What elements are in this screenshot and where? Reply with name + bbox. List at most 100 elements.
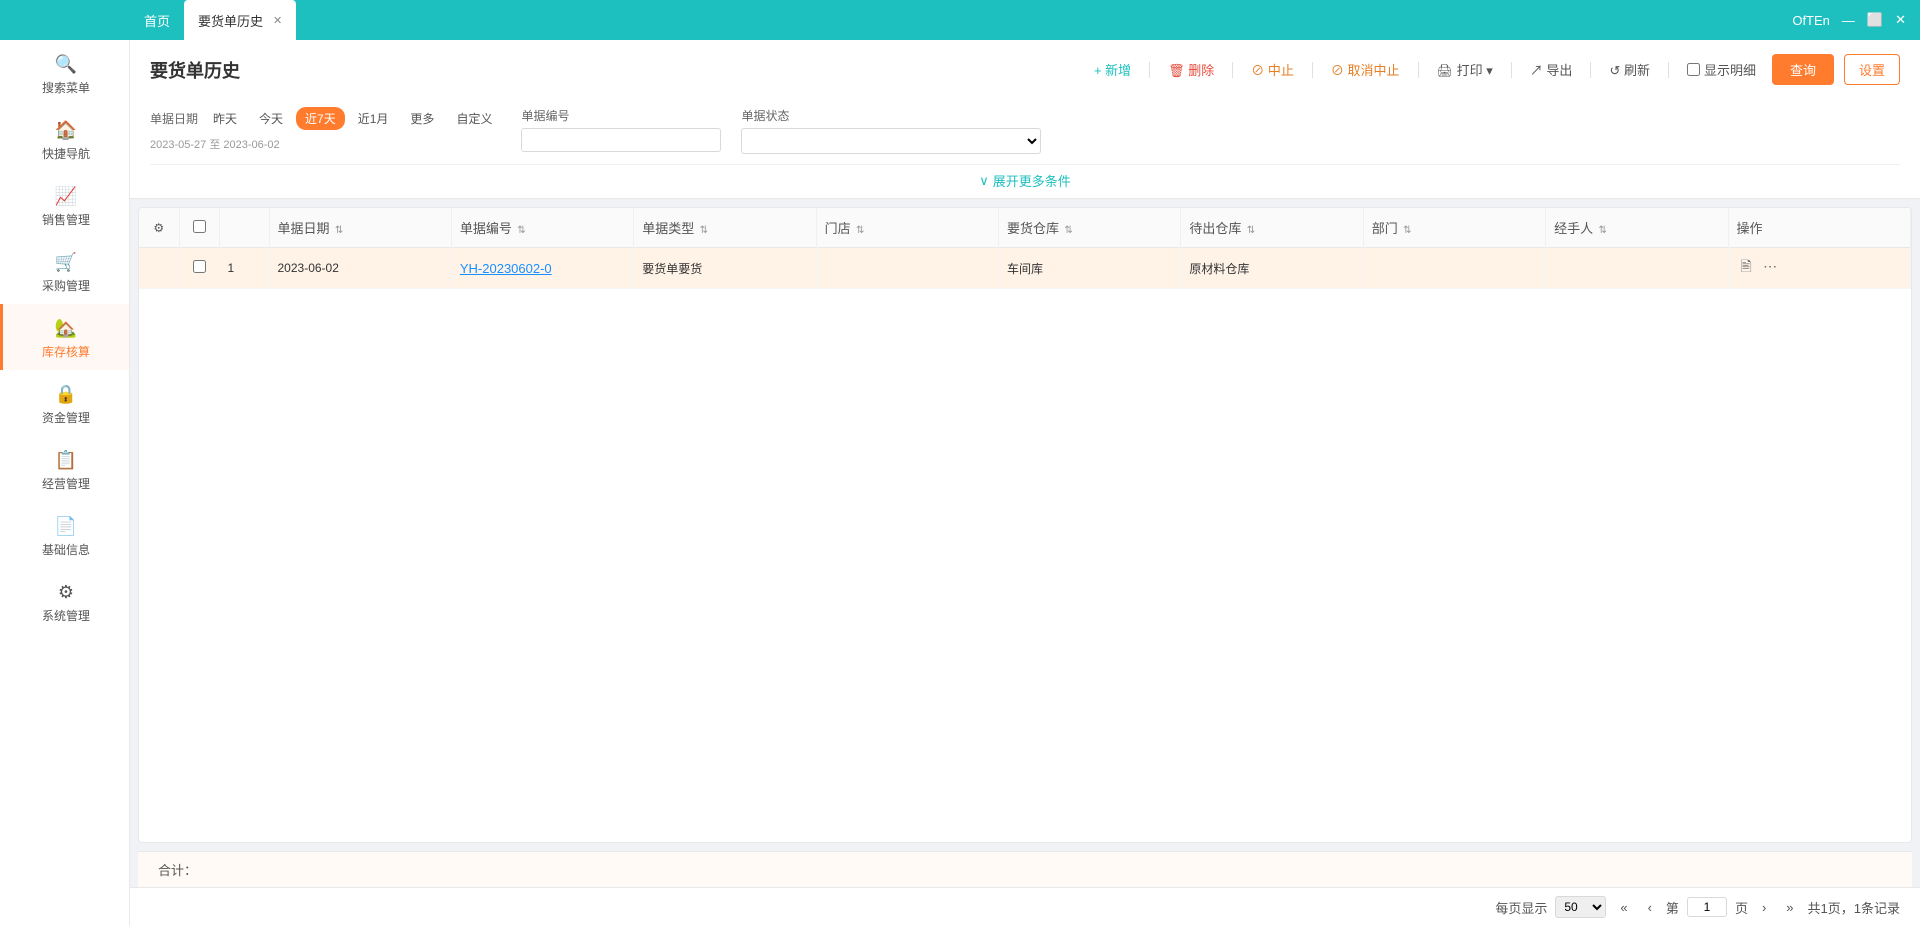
status-select[interactable] <box>741 128 1041 154</box>
top-right-controls: OfTEn — ⬜ ✕ <box>1792 12 1920 28</box>
th-date: 单据日期 ⇅ <box>269 208 451 248</box>
sidebar-item-sales-mgmt[interactable]: 📈 销售管理 <box>0 172 129 238</box>
th-store-sort-icon[interactable]: ⇅ <box>856 225 864 236</box>
th-order-no-sort-icon[interactable]: ⇅ <box>517 225 525 236</box>
sidebar-label-sales-mgmt: 销售管理 <box>42 211 90 228</box>
td-num: 1 <box>219 248 269 289</box>
query-button[interactable]: 查询 <box>1772 54 1834 85</box>
toolbar-divider-5 <box>1511 62 1512 78</box>
date-range-text: 2023-05-27 至 2023-06-02 <box>150 136 501 152</box>
td-req-warehouse: 车间库 <box>999 248 1181 289</box>
th-store: 门店 ⇅ <box>816 208 998 248</box>
th-department-sort-icon[interactable]: ⇅ <box>1403 225 1411 236</box>
action-more-btn[interactable]: ⋯ <box>1759 256 1781 276</box>
sidebar-item-system-mgmt[interactable]: ⚙ 系统管理 <box>0 568 129 634</box>
th-date-sort-icon[interactable]: ⇅ <box>335 225 343 236</box>
row-checkbox[interactable] <box>193 260 206 273</box>
th-pending-warehouse-label: 待出仓库 <box>1189 221 1241 236</box>
sidebar-item-finance-mgmt[interactable]: 🔒 资金管理 <box>0 370 129 436</box>
sidebar-item-inventory[interactable]: 🏡 库存核算 <box>0 304 129 370</box>
table-row: 1 2023-06-02 YH-20230602-0 要货单要货 车间库 原材料… <box>139 248 1911 289</box>
last-page-btn[interactable]: » <box>1780 898 1799 917</box>
footer-bar: 合计： <box>138 851 1912 887</box>
filter-row: 单据日期 昨天 今天 近7天 近1月 更多 自定义 2023-05-27 至 2… <box>150 97 1900 164</box>
expand-more-row[interactable]: ∨ 展开更多条件 <box>150 164 1900 198</box>
sidebar-label-operations-mgmt: 经营管理 <box>42 475 90 492</box>
date-btn-7days[interactable]: 近7天 <box>296 107 345 130</box>
th-req-warehouse-sort-icon[interactable]: ⇅ <box>1064 225 1072 236</box>
order-no-input[interactable] <box>521 128 721 152</box>
content-area: 要货单历史 + 新增 🗑 删除 ⊘ 中止 ⊘ 取消中止 🖨 打印 ▾ ↗ 导出 … <box>130 40 1920 926</box>
next-page-btn[interactable]: › <box>1756 898 1772 917</box>
delete-button[interactable]: 🗑 删除 <box>1162 56 1220 83</box>
th-req-warehouse-label: 要货仓库 <box>1007 221 1059 236</box>
sidebar-item-quick-nav[interactable]: 🏠 快捷导航 <box>0 106 129 172</box>
show-detail-checkbox-wrap[interactable]: 显示明细 <box>1681 56 1762 83</box>
date-btn-custom[interactable]: 自定义 <box>447 107 501 130</box>
sidebar-label-quick-nav: 快捷导航 <box>42 145 90 162</box>
sidebar-item-search-menu[interactable]: 🔍 搜索菜单 <box>0 40 129 106</box>
basic-info-icon: 📄 <box>55 516 77 537</box>
td-pending-warehouse: 原材料仓库 <box>1181 248 1363 289</box>
td-settings <box>139 248 179 289</box>
th-pending-warehouse-sort-icon[interactable]: ⇅ <box>1247 225 1255 236</box>
print-button[interactable]: 🖨 打印 ▾ <box>1431 56 1499 83</box>
th-checkbox <box>179 208 219 248</box>
date-btn-more[interactable]: 更多 <box>401 107 443 130</box>
refresh-button[interactable]: ↺ 刷新 <box>1603 56 1656 83</box>
sales-mgmt-icon: 📈 <box>55 186 77 207</box>
new-button[interactable]: + 新增 <box>1088 56 1137 83</box>
maximize-icon[interactable]: ⬜ <box>1867 12 1883 28</box>
system-mgmt-icon: ⚙ <box>58 582 74 603</box>
page-header: 要货单历史 + 新增 🗑 删除 ⊘ 中止 ⊘ 取消中止 🖨 打印 ▾ ↗ 导出 … <box>130 40 1920 199</box>
finance-mgmt-icon: 🔒 <box>55 384 77 405</box>
th-handler-sort-icon[interactable]: ⇅ <box>1598 225 1606 236</box>
tab-home-label: 首页 <box>144 11 170 30</box>
tab-close-icon[interactable]: ✕ <box>273 14 282 27</box>
th-department-label: 部门 <box>1372 221 1398 236</box>
th-settings[interactable]: ⚙ <box>139 208 179 248</box>
per-page-label: 每页显示 <box>1495 898 1547 917</box>
sidebar-item-basic-info[interactable]: 📄 基础信息 <box>0 502 129 568</box>
prev-page-btn[interactable]: ‹ <box>1642 898 1658 917</box>
first-page-btn[interactable]: « <box>1614 898 1633 917</box>
filter-group-order-no: 单据编号 <box>521 107 721 152</box>
th-store-label: 门店 <box>825 221 851 236</box>
tab-requisition-history[interactable]: 要货单历史 ✕ <box>184 0 296 40</box>
sidebar-label-purchase-mgmt: 采购管理 <box>42 277 90 294</box>
status-label: 单据状态 <box>741 107 1041 124</box>
select-all-checkbox[interactable] <box>193 220 206 233</box>
th-num <box>219 208 269 248</box>
th-order-type-sort-icon[interactable]: ⇅ <box>700 225 708 236</box>
action-view-btn[interactable]: 🖹 <box>1737 256 1756 276</box>
th-order-no: 单据编号 ⇅ <box>451 208 633 248</box>
sidebar-item-operations-mgmt[interactable]: 📋 经营管理 <box>0 436 129 502</box>
date-btn-today[interactable]: 今天 <box>250 107 292 130</box>
cancel-stop-button[interactable]: ⊘ 取消中止 <box>1325 56 1406 83</box>
sidebar-item-purchase-mgmt[interactable]: 🛒 采购管理 <box>0 238 129 304</box>
date-filter-btns: 昨天 今天 近7天 近1月 更多 自定义 <box>204 107 501 130</box>
page-label: 第 <box>1666 898 1679 917</box>
filter-group-status: 单据状态 <box>741 107 1041 154</box>
date-btn-1month[interactable]: 近1月 <box>349 107 398 130</box>
stop-button[interactable]: ⊘ 中止 <box>1245 56 1300 83</box>
order-no-link[interactable]: YH-20230602-0 <box>460 261 552 276</box>
quick-nav-icon: 🏠 <box>55 120 77 141</box>
td-checkbox <box>179 248 219 289</box>
pagination-bar: 每页显示 50 10 20 100 « ‹ 第 页 › » 共1页，1条记录 <box>130 887 1920 926</box>
setting-button[interactable]: 设置 <box>1844 54 1900 85</box>
minimize-icon[interactable]: — <box>1842 13 1855 28</box>
td-order-type: 要货单要货 <box>634 248 816 289</box>
per-page-select[interactable]: 50 10 20 100 <box>1555 896 1606 918</box>
close-icon[interactable]: ✕ <box>1895 12 1906 28</box>
expand-more-label: 展开更多条件 <box>993 171 1071 190</box>
tab-home[interactable]: 首页 <box>130 0 184 40</box>
export-button[interactable]: ↗ 导出 <box>1524 56 1579 83</box>
show-detail-checkbox[interactable] <box>1687 63 1700 76</box>
td-handler <box>1546 248 1728 289</box>
table-header-row: ⚙ 单据日期 ⇅ 单据编号 ⇅ <box>139 208 1911 248</box>
show-detail-label: 显示明细 <box>1704 60 1756 79</box>
th-pending-warehouse: 待出仓库 ⇅ <box>1181 208 1363 248</box>
page-number-input[interactable] <box>1687 897 1727 917</box>
date-btn-yesterday[interactable]: 昨天 <box>204 107 246 130</box>
